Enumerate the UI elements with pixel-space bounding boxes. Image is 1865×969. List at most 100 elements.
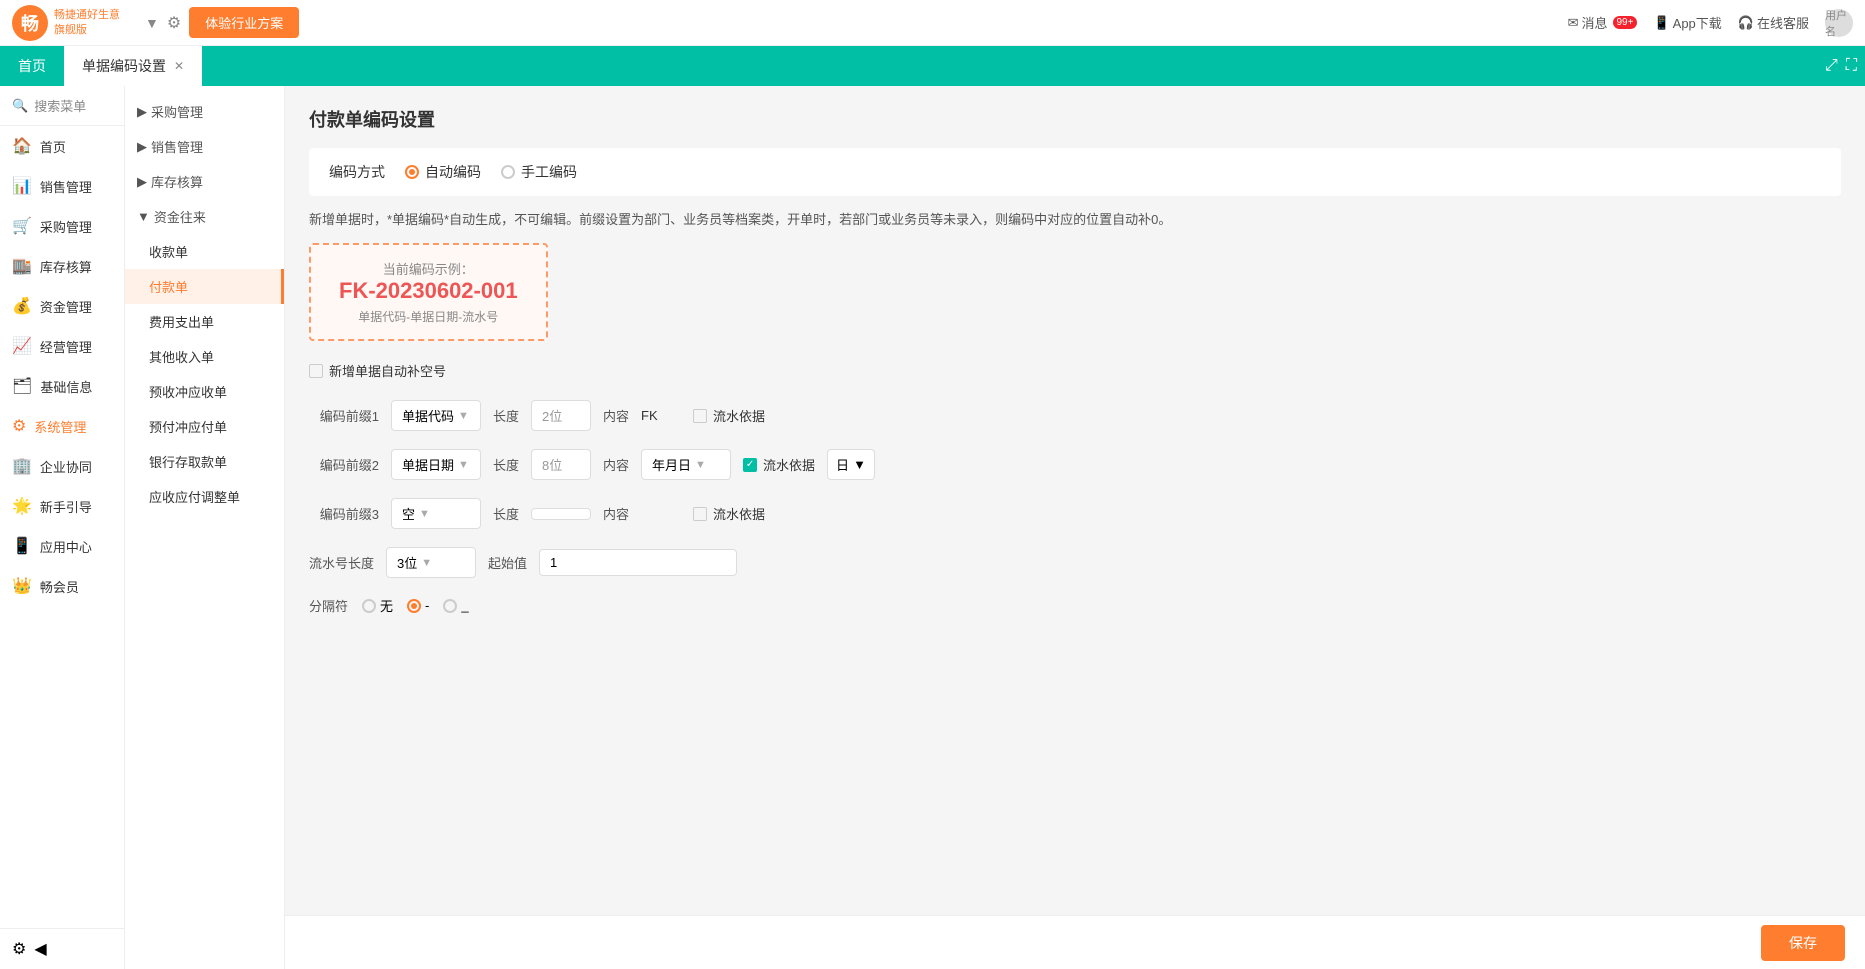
sep-none-radio[interactable] [362, 599, 376, 613]
prefix1-stream-check[interactable] [693, 409, 707, 423]
prefix3-content-label: 内容 [603, 504, 629, 523]
prefix3-select[interactable]: 空 ▼ [391, 498, 481, 529]
prefix2-stream-checkbox[interactable]: ✓ 流水依据 [743, 455, 815, 474]
sep-dot-option[interactable]: - [407, 598, 429, 613]
prefix2-select[interactable]: 单据日期 ▼ [391, 449, 481, 480]
online-service-btn[interactable]: 🎧 在线客服 [1738, 13, 1809, 32]
sidebar-search[interactable]: 🔍 搜索菜单 [0, 86, 124, 126]
sep-dot2-radio[interactable] [443, 599, 457, 613]
expand-icon[interactable]: ⤢ [1825, 57, 1838, 75]
prefix1-select[interactable]: 单据代码 ▼ [391, 400, 481, 431]
sep-dot2-option[interactable]: _ [443, 598, 468, 613]
prefix2-stream-label: 流水依据 [763, 455, 815, 474]
prefix1-stream-checkbox[interactable]: 流水依据 [693, 406, 765, 425]
sub-nav-sales-group[interactable]: ▶ 销售管理 [125, 129, 284, 164]
serial-length-select[interactable]: 3位 ▼ [386, 547, 476, 578]
main-layout: 🔍 搜索菜单 🏠 首页 📊 销售管理 🛒 采购管理 🏬 库存核算 💰 资金管理 … [0, 86, 1865, 969]
prefix3-chevron: ▼ [419, 508, 430, 520]
sidebar-item-home[interactable]: 🏠 首页 [0, 126, 124, 166]
sidebar-item-newguide-label: 新手引导 [40, 497, 92, 516]
logo-icon: 畅 [12, 5, 48, 41]
sub-nav-finance-group[interactable]: ▼ 资金往来 [125, 199, 284, 234]
sidebar-settings-icon[interactable]: ⚙ [12, 939, 26, 959]
sub-nav-sales-icon: ▶ [137, 139, 147, 155]
sidebar-item-purchase[interactable]: 🛒 采购管理 [0, 206, 124, 246]
prefix1-length-input[interactable]: 2位 [531, 400, 591, 431]
sub-nav-item-bank[interactable]: 银行存取款单 [125, 444, 284, 479]
sidebar-item-system-label: 系统管理 [34, 417, 86, 436]
sub-nav-item-expense[interactable]: 费用支出单 [125, 304, 284, 339]
sub-nav-item-receive[interactable]: 收款单 [125, 234, 284, 269]
sidebar-collapse-icon[interactable]: ◀ [34, 939, 46, 959]
sep-none-label: 无 [380, 596, 393, 615]
auto-encode-option[interactable]: 自动编码 [405, 162, 481, 182]
gear-icon[interactable]: ⚙ [167, 13, 181, 33]
sidebar-item-operations[interactable]: 📈 经营管理 [0, 326, 124, 366]
manual-encode-radio[interactable] [501, 165, 515, 179]
sub-nav-item-adjust[interactable]: 应收应付调整单 [125, 479, 284, 514]
sidebar-item-sales-label: 销售管理 [40, 177, 92, 196]
tab-close-icon[interactable]: ✕ [174, 59, 184, 73]
auto-fill-checkbox[interactable]: 新增单据自动补空号 [309, 361, 1841, 380]
sidebar-item-sales[interactable]: 📊 销售管理 [0, 166, 124, 206]
tab-encode-settings[interactable]: 单据编码设置 ✕ [64, 46, 202, 86]
prefix2-period-chevron: ▼ [853, 457, 866, 472]
tab-home[interactable]: 首页 [0, 46, 64, 86]
prefix2-stream-check[interactable]: ✓ [743, 458, 757, 472]
tab-home-label: 首页 [18, 56, 46, 76]
prefix2-content-select[interactable]: 年月日 ▼ [641, 449, 731, 480]
sidebar-item-appcenter-label: 应用中心 [40, 537, 92, 556]
prefix3-stream-checkbox[interactable]: 流水依据 [693, 504, 765, 523]
sidebar-item-basics[interactable]: 🗂 基础信息 [0, 366, 124, 406]
separator-options: 无 - _ [362, 596, 469, 615]
auto-fill-check-box[interactable] [309, 364, 323, 378]
sidebar-item-appcenter[interactable]: 📱 应用中心 [0, 526, 124, 566]
message-label: 消息 [1581, 13, 1607, 32]
sidebar-item-enterprise-label: 企业协同 [40, 457, 92, 476]
prefix2-period-select[interactable]: 日 ▼ [827, 449, 875, 480]
sub-nav-item-payment[interactable]: 付款单 [125, 269, 284, 304]
search-icon: 🔍 [12, 98, 28, 114]
sidebar-item-newguide[interactable]: 🌟 新手引导 [0, 486, 124, 526]
serial-length-value: 3位 [397, 553, 417, 572]
sidebar-item-purchase-label: 采购管理 [40, 217, 92, 236]
trial-btn[interactable]: 体验行业方案 [189, 7, 299, 38]
nav-chevron[interactable]: ▼ [145, 15, 159, 31]
serial-length-chevron: ▼ [421, 557, 432, 569]
serial-start-input[interactable] [539, 549, 737, 576]
prefix2-content-value: 年月日 [652, 455, 691, 474]
save-button[interactable]: 保存 [1761, 925, 1845, 961]
sales-icon: 📊 [12, 176, 32, 196]
prefix2-length-input[interactable]: 8位 [531, 449, 591, 480]
fullscreen-icon[interactable]: ⛶ [1846, 57, 1857, 75]
main-content: 付款单编码设置 编码方式 自动编码 手工编码 [285, 86, 1865, 915]
prefix1-length-label: 长度 [493, 406, 519, 425]
operations-icon: 📈 [12, 336, 32, 356]
sub-nav-purchase-group[interactable]: ▶ 采购管理 [125, 94, 284, 129]
sub-nav-purchase-label: 采购管理 [151, 102, 203, 121]
sep-dot-radio[interactable] [407, 599, 421, 613]
prefix1-content-value: FK [641, 408, 681, 423]
sub-nav-inventory-group[interactable]: ▶ 库存核算 [125, 164, 284, 199]
prefix3-length-label: 长度 [493, 504, 519, 523]
manual-encode-option[interactable]: 手工编码 [501, 162, 577, 182]
sidebar-item-enterprise[interactable]: 🏢 企业协同 [0, 446, 124, 486]
sidebar-item-inventory[interactable]: 🏬 库存核算 [0, 246, 124, 286]
sidebar-item-finance[interactable]: 💰 资金管理 [0, 286, 124, 326]
sep-none-option[interactable]: 无 [362, 596, 393, 615]
auto-fill-label: 新增单据自动补空号 [329, 361, 446, 380]
avatar[interactable]: 用户名 [1825, 9, 1853, 37]
member-icon: 👑 [12, 576, 32, 596]
sub-nav-sales-label: 销售管理 [151, 137, 203, 156]
sidebar-item-system[interactable]: ⚙ 系统管理 [0, 406, 124, 446]
prefix3-stream-check[interactable] [693, 507, 707, 521]
sidebar-item-member[interactable]: 👑 畅会员 [0, 566, 124, 606]
prefix3-length-input[interactable] [531, 508, 591, 520]
sub-nav-item-other-income[interactable]: 其他收入单 [125, 339, 284, 374]
prefix1-chevron: ▼ [458, 410, 469, 422]
sub-nav-item-prepay-pay[interactable]: 预付冲应付单 [125, 409, 284, 444]
auto-encode-radio[interactable] [405, 165, 419, 179]
message-btn[interactable]: ✉ 消息 99+ [1568, 13, 1638, 32]
sub-nav-item-prepay-receive[interactable]: 预收冲应收单 [125, 374, 284, 409]
app-download-btn[interactable]: 📱 App下载 [1653, 13, 1721, 32]
